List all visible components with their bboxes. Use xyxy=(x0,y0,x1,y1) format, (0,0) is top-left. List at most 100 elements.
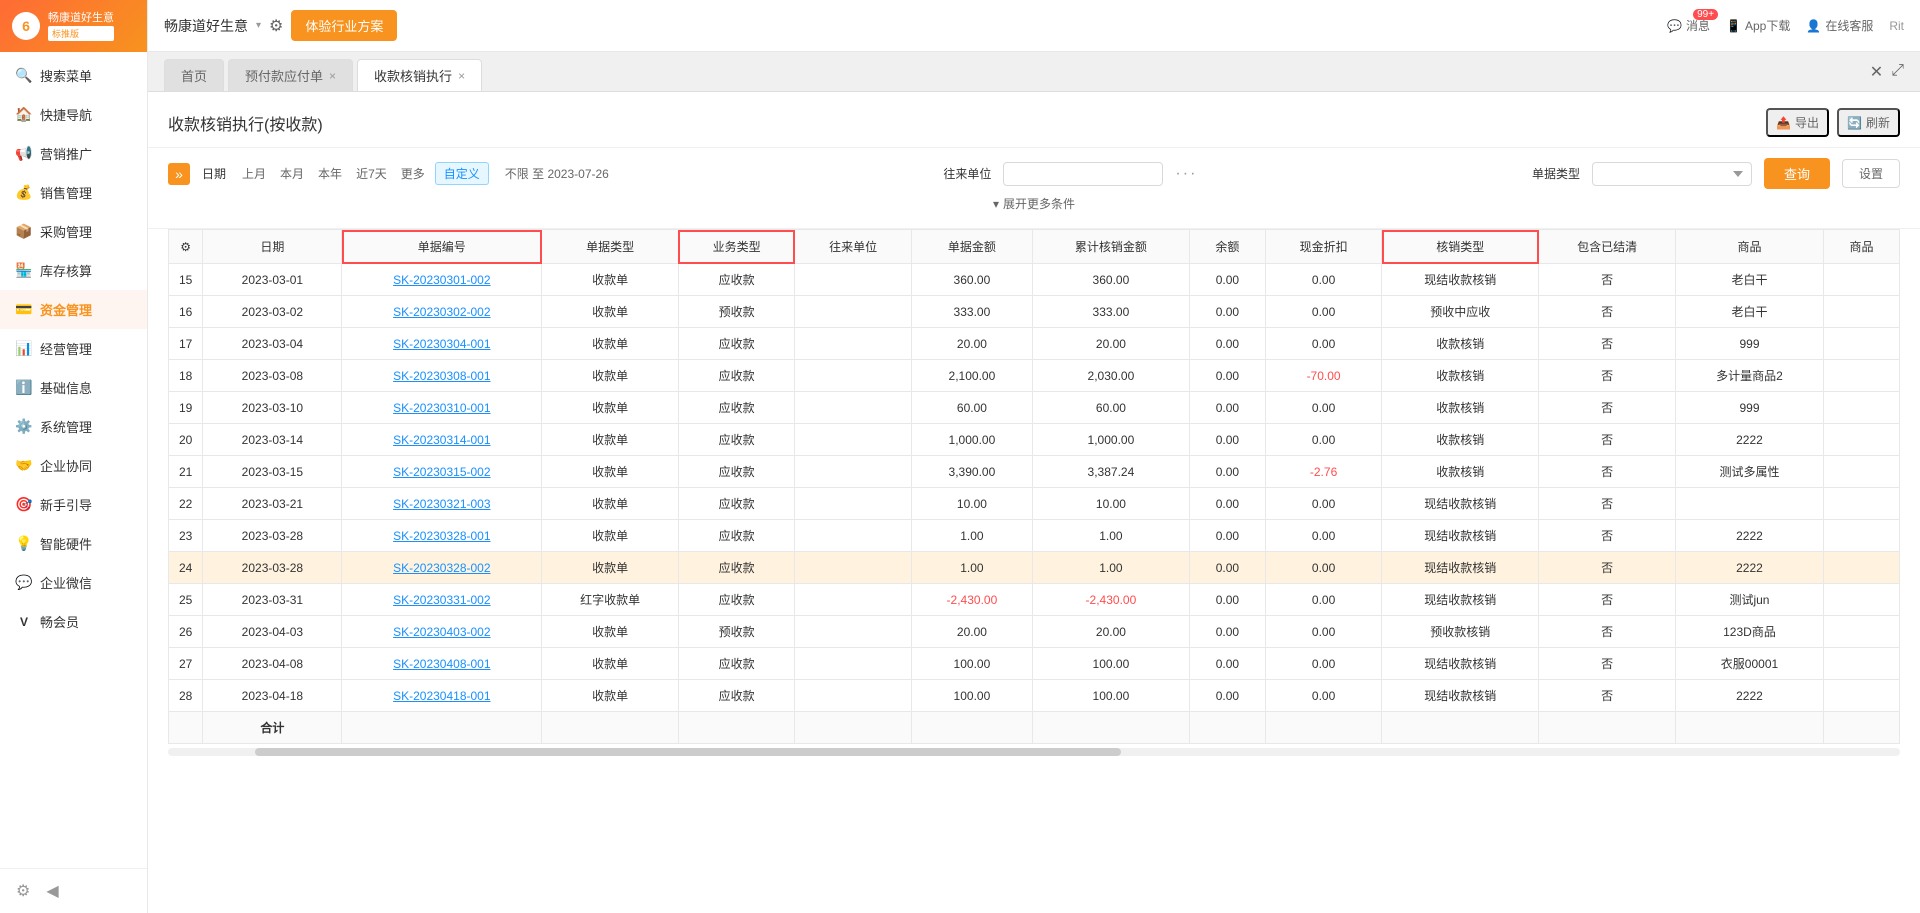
sidebar-item-member[interactable]: V 畅会员 xyxy=(0,602,147,641)
sidebar-item-system[interactable]: ⚙️ 系统管理 xyxy=(0,407,147,446)
tab-prepay-close[interactable]: × xyxy=(329,69,336,83)
col-bill-no: 单据编号 xyxy=(342,230,542,264)
refresh-button[interactable]: 🔄 刷新 xyxy=(1837,108,1900,137)
expand-conditions-button[interactable]: ▾ 展开更多条件 xyxy=(993,195,1075,212)
hardware-icon: 💡 xyxy=(16,536,32,552)
member-icon: V xyxy=(16,614,32,630)
date-last-month[interactable]: 上月 xyxy=(238,163,270,184)
guide-icon: 🎯 xyxy=(16,497,32,513)
user-name: Rit xyxy=(1889,19,1904,33)
sidebar-item-wechat[interactable]: 💬 企业微信 xyxy=(0,563,147,602)
table-row: 272023-04-08SK-20230408-001收款单应收款100.001… xyxy=(169,648,1900,680)
sidebar-item-label: 库存核算 xyxy=(40,261,92,280)
table-row: 242023-03-28SK-20230328-002收款单应收款1.001.0… xyxy=(169,552,1900,584)
sidebar-item-quicknav[interactable]: 🏠 快捷导航 xyxy=(0,95,147,134)
table-row: 212023-03-15SK-20230315-002收款单应收款3,390.0… xyxy=(169,456,1900,488)
col-date: 日期 xyxy=(203,230,342,264)
table-row: 152023-03-01SK-20230301-002收款单应收款360.003… xyxy=(169,264,1900,296)
sidebar-item-label: 基础信息 xyxy=(40,378,92,397)
basic-icon: ℹ️ xyxy=(16,380,32,396)
date-range-display: 不限 至 2023-07-26 xyxy=(505,165,609,182)
tab-prepay[interactable]: 预付款应付单 × xyxy=(228,59,353,91)
tab-expand-icon[interactable]: ⤢ xyxy=(1891,62,1904,82)
sidebar-item-basic[interactable]: ℹ️ 基础信息 xyxy=(0,368,147,407)
filter-row-1: » 日期 上月 本月 本年 近7天 更多 自定义 不限 至 2023-07-26… xyxy=(168,158,1900,189)
date-this-month[interactable]: 本月 xyxy=(276,163,308,184)
col-discount: 现金折扣 xyxy=(1265,230,1381,264)
sidebar-item-search[interactable]: 🔍 搜索菜单 xyxy=(0,56,147,95)
sidebar-item-label: 新手引导 xyxy=(40,495,92,514)
col-acc-amount: 累计核销金额 xyxy=(1032,230,1189,264)
table-footer-row: 合计 xyxy=(169,712,1900,744)
col-balance: 余额 xyxy=(1189,230,1265,264)
collapse-icon[interactable]: ◀ xyxy=(46,881,58,901)
footer-label: 合计 xyxy=(203,712,342,744)
tab-close-all-icon[interactable]: ✕ xyxy=(1870,62,1883,82)
date-custom[interactable]: 自定义 xyxy=(435,162,489,185)
data-table: ⚙ 日期 单据编号 单据类型 业务类型 往来单位 单据金额 累计核销金额 余额 … xyxy=(168,229,1900,744)
sidebar-item-finance[interactable]: 💳 资金管理 xyxy=(0,290,147,329)
sidebar-item-inventory[interactable]: 🏪 库存核算 xyxy=(0,251,147,290)
scrollbar-thumb xyxy=(255,748,1121,756)
sidebar-item-purchase[interactable]: 📦 采购管理 xyxy=(0,212,147,251)
table-row: 232023-03-28SK-20230328-001收款单应收款1.001.0… xyxy=(169,520,1900,552)
table-container: ⚙ 日期 单据编号 单据类型 业务类型 往来单位 单据金额 累计核销金额 余额 … xyxy=(148,229,1920,913)
tab-collection[interactable]: 收款核销执行 × xyxy=(357,59,482,91)
finance-icon: 💳 xyxy=(16,302,32,318)
online-service-button[interactable]: 👤 在线客服 xyxy=(1806,17,1873,34)
sidebar-item-sales[interactable]: 💰 销售管理 xyxy=(0,173,147,212)
query-button[interactable]: 查询 xyxy=(1764,158,1830,189)
message-button[interactable]: 💬 消息 99+ xyxy=(1667,17,1710,34)
system-icon: ⚙️ xyxy=(16,419,32,435)
sidebar: 6 畅康道好生意 标推版 🔍 搜索菜单 🏠 快捷导航 📢 营销推广 💰 销售管理… xyxy=(0,0,148,913)
filter-dots: ··· xyxy=(1175,165,1197,183)
table-row: 202023-03-14SK-20230314-001收款单应收款1,000.0… xyxy=(169,424,1900,456)
sidebar-item-label: 智能硬件 xyxy=(40,534,92,553)
topbar: 畅康道好生意 ▾ ⚙ 体验行业方案 💬 消息 99+ 📱 App下载 👤 在线客… xyxy=(148,0,1920,52)
app-download-button[interactable]: 📱 App下载 xyxy=(1726,17,1790,34)
service-icon: 👤 xyxy=(1806,19,1821,33)
message-icon: 💬 xyxy=(1667,19,1682,33)
sidebar-logo: 6 畅康道好生意 标推版 xyxy=(0,0,147,52)
date-more[interactable]: 更多 xyxy=(397,163,429,184)
date-this-year[interactable]: 本年 xyxy=(314,163,346,184)
topbar-right: 💬 消息 99+ 📱 App下载 👤 在线客服 Rit xyxy=(1667,17,1904,34)
topbar-title-area: 畅康道好生意 ▾ ⚙ 体验行业方案 xyxy=(164,10,1655,41)
home-icon: 🏠 xyxy=(16,107,32,123)
settings-footer-icon[interactable]: ⚙ xyxy=(16,881,30,901)
topbar-dropdown-icon[interactable]: ▾ xyxy=(256,20,261,31)
sidebar-item-hardware[interactable]: 💡 智能硬件 xyxy=(0,524,147,563)
tab-collection-close[interactable]: × xyxy=(458,69,465,83)
col-product1: 商品 xyxy=(1676,230,1824,264)
export-button[interactable]: 📤 导出 xyxy=(1766,108,1829,137)
message-badge: 99+ xyxy=(1693,9,1718,20)
sidebar-item-marketing[interactable]: 📢 营销推广 xyxy=(0,134,147,173)
tab-collection-label: 收款核销执行 xyxy=(374,66,452,85)
wechat-icon: 💬 xyxy=(16,575,32,591)
bill-type-select[interactable] xyxy=(1592,162,1752,186)
horizontal-scrollbar[interactable] xyxy=(168,748,1900,756)
date-7days[interactable]: 近7天 xyxy=(352,163,391,184)
sidebar-item-enterprise[interactable]: 🤝 企业协同 xyxy=(0,446,147,485)
sidebar-menu: 🔍 搜索菜单 🏠 快捷导航 📢 营销推广 💰 销售管理 📦 采购管理 🏪 库存核… xyxy=(0,52,147,868)
topbar-title: 畅康道好生意 xyxy=(164,16,248,36)
col-bill-type: 单据类型 xyxy=(542,230,679,264)
partner-filter-label: 往来单位 xyxy=(943,165,991,182)
tab-home[interactable]: 首页 xyxy=(164,59,224,91)
sidebar-item-label: 销售管理 xyxy=(40,183,92,202)
topbar-gear-icon[interactable]: ⚙ xyxy=(269,16,283,36)
export-icon: 📤 xyxy=(1776,116,1791,130)
solution-button[interactable]: 体验行业方案 xyxy=(291,10,397,41)
sidebar-item-guide[interactable]: 🎯 新手引导 xyxy=(0,485,147,524)
col-settings[interactable]: ⚙ xyxy=(169,230,203,264)
sidebar-item-operations[interactable]: 📊 经营管理 xyxy=(0,329,147,368)
table-row: 262023-04-03SK-20230403-002收款单预收款20.0020… xyxy=(169,616,1900,648)
filter-toggle-button[interactable]: » xyxy=(168,163,190,185)
operations-icon: 📊 xyxy=(16,341,32,357)
col-settled: 包含已结清 xyxy=(1539,230,1676,264)
logo-title: 畅康道好生意 xyxy=(48,11,114,25)
inventory-icon: 🏪 xyxy=(16,263,32,279)
table-settings-button[interactable]: 设置 xyxy=(1842,159,1900,188)
sidebar-footer: ⚙ ◀ xyxy=(0,868,147,913)
partner-filter-input[interactable] xyxy=(1003,162,1163,186)
